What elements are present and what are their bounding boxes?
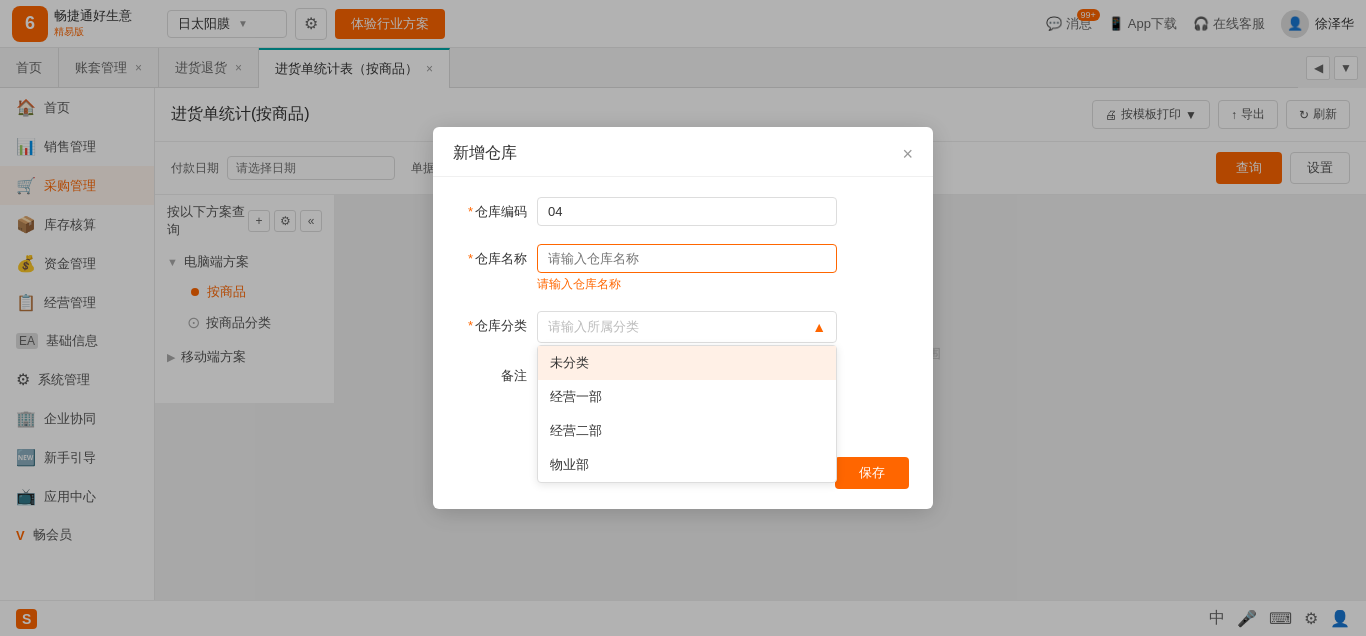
warehouse-code-label: 仓库编码 (457, 197, 537, 221)
dropdown-item-dept1[interactable]: 经营一部 (538, 380, 836, 414)
form-row-name: 仓库名称 请输入仓库名称 (457, 244, 909, 293)
modal-overlay[interactable]: 新增仓库 × 仓库编码 仓库名称 请输入仓库名称 仓库分 (0, 0, 1366, 636)
category-dropdown-wrap: 请输入所属分类 ▲ 未分类 经营一部 经营二部 物业部 (537, 311, 837, 343)
category-placeholder: 请输入所属分类 (548, 318, 639, 336)
warehouse-name-wrap: 请输入仓库名称 (537, 244, 909, 293)
form-row-category: 仓库分类 请输入所属分类 ▲ 未分类 经营一部 经营二部 物业部 (457, 311, 909, 343)
warehouse-code-input[interactable] (537, 197, 837, 226)
category-dropdown-list: 未分类 经营一部 经营二部 物业部 (537, 345, 837, 483)
warehouse-category-label: 仓库分类 (457, 311, 537, 335)
dialog-body: 仓库编码 仓库名称 请输入仓库名称 仓库分类 请输入所属分类 (433, 177, 933, 447)
dropdown-item-dept2[interactable]: 经营二部 (538, 414, 836, 448)
warehouse-name-label: 仓库名称 (457, 244, 537, 268)
dialog-title: 新增仓库 (453, 143, 517, 164)
dialog-add-warehouse: 新增仓库 × 仓库编码 仓库名称 请输入仓库名称 仓库分 (433, 127, 933, 509)
category-up-arrow-icon: ▲ (812, 319, 826, 335)
category-dropdown-trigger[interactable]: 请输入所属分类 ▲ (537, 311, 837, 343)
warehouse-name-error: 请输入仓库名称 (537, 276, 909, 293)
save-button[interactable]: 保存 (835, 457, 909, 489)
form-row-code: 仓库编码 (457, 197, 909, 226)
dialog-header: 新增仓库 × (433, 127, 933, 177)
dropdown-item-property[interactable]: 物业部 (538, 448, 836, 482)
warehouse-name-input[interactable] (537, 244, 837, 273)
note-label: 备注 (457, 361, 537, 385)
dialog-close-button[interactable]: × (902, 145, 913, 163)
dropdown-item-unclassified[interactable]: 未分类 (538, 346, 836, 380)
